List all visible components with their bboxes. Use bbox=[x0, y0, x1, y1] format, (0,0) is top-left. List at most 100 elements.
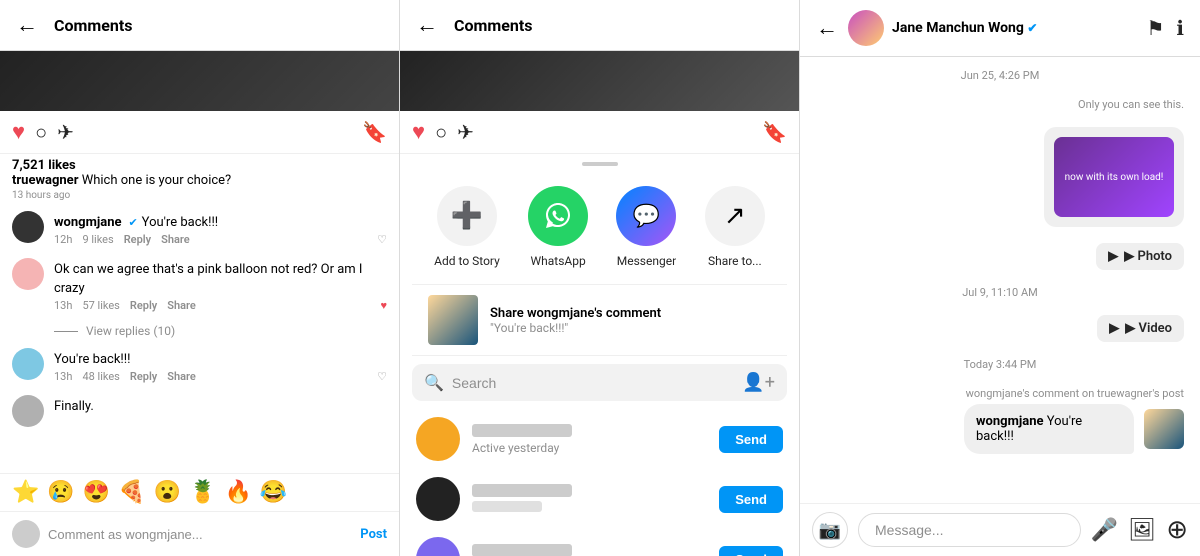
image-button[interactable]: 🖼 bbox=[1128, 518, 1156, 543]
post-meta: 7,521 likes truewagner Which one is your… bbox=[0, 154, 399, 203]
comment-heart-icon[interactable]: ♥ bbox=[380, 299, 387, 312]
recipient-sub: Active yesterday bbox=[472, 441, 719, 455]
left-back-button[interactable]: ← bbox=[16, 12, 38, 38]
reply-button[interactable]: Reply bbox=[130, 299, 157, 312]
comment-heart-icon[interactable]: ♡ bbox=[377, 370, 387, 383]
emoji-cry[interactable]: 😢 bbox=[47, 480, 74, 505]
avatar bbox=[12, 348, 44, 380]
search-input[interactable] bbox=[452, 375, 742, 391]
recipient-info bbox=[472, 484, 719, 515]
timestamp-3: Today 3:44 PM bbox=[816, 358, 1184, 371]
recipient-name bbox=[472, 544, 719, 556]
right-back-button[interactable]: ← bbox=[816, 15, 838, 41]
view-replies-button[interactable]: View replies (10) bbox=[54, 324, 387, 338]
video-play-button[interactable]: ▶ ▶ Video bbox=[1097, 315, 1184, 342]
reply-button[interactable]: Reply bbox=[130, 370, 157, 383]
post-image-strip bbox=[0, 51, 399, 111]
comment-body: You're back!!! 13h 48 likes Reply Share … bbox=[54, 348, 387, 383]
only-you-notice: Only you can see this. bbox=[816, 98, 1184, 111]
timestamp-1: Jun 25, 4:26 PM bbox=[816, 69, 1184, 82]
message-input[interactable] bbox=[858, 513, 1081, 547]
recipient-name bbox=[472, 484, 719, 501]
whatsapp-label: WhatsApp bbox=[531, 254, 586, 268]
emoji-surprised[interactable]: 😮 bbox=[154, 480, 181, 505]
avatar bbox=[12, 211, 44, 243]
add-story-label: Add to Story bbox=[434, 254, 500, 268]
mic-button[interactable]: 🎤 bbox=[1091, 518, 1118, 543]
left-header: ← Comments bbox=[0, 0, 399, 51]
heart-icon[interactable]: ♥ bbox=[12, 119, 25, 145]
emoji-fire[interactable]: 🔥 bbox=[224, 480, 251, 505]
comment-meta: 13h 57 likes Reply Share ♥ bbox=[54, 299, 387, 312]
post-button[interactable]: Post bbox=[360, 527, 387, 542]
right-header: ← Jane Manchun Wong ✔ ⚑ ℹ bbox=[800, 0, 1200, 57]
header-actions: ⚑ ℹ bbox=[1146, 16, 1184, 40]
share-button[interactable]: Share bbox=[161, 233, 190, 246]
recipient-name bbox=[472, 424, 719, 441]
comment-body: Finally. bbox=[54, 395, 387, 414]
share-icons-row: ➕ Add to Story WhatsApp 💬 Messenger ↗ Sh… bbox=[400, 170, 799, 284]
messenger-icon: 💬 bbox=[616, 186, 676, 246]
share-button[interactable]: Share bbox=[167, 299, 196, 312]
whatsapp-icon bbox=[528, 186, 588, 246]
comment-input[interactable] bbox=[48, 527, 360, 542]
comment-item: Ok can we agree that's a pink balloon no… bbox=[12, 258, 387, 312]
avatar bbox=[12, 258, 44, 290]
comments-list: wongmjane ✔ You're back!!! 12h 9 likes R… bbox=[0, 203, 399, 473]
comment-icon[interactable]: ○ bbox=[35, 120, 47, 145]
story-thumbnail: now with its own load! bbox=[1054, 137, 1174, 217]
comment-icon[interactable]: ○ bbox=[435, 120, 447, 145]
photo-play-button[interactable]: ▶ ▶ Photo bbox=[1096, 243, 1184, 270]
heart-icon[interactable]: ♥ bbox=[412, 119, 425, 145]
flag-icon[interactable]: ⚑ bbox=[1146, 16, 1164, 40]
preview-subtitle: "You're back!!!" bbox=[490, 321, 661, 335]
comment-time: 12h bbox=[54, 233, 72, 246]
share-whatsapp[interactable]: WhatsApp bbox=[528, 186, 588, 268]
avatar bbox=[416, 417, 460, 461]
reply-button[interactable]: Reply bbox=[124, 233, 151, 246]
dm-user-avatar bbox=[848, 10, 884, 46]
search-bar: 🔍 👤+ bbox=[412, 364, 787, 401]
comment-text: Ok can we agree that's a pink balloon no… bbox=[54, 262, 362, 296]
recipient-info: Active yesterday bbox=[472, 424, 719, 455]
sheet-drag-pill bbox=[582, 162, 618, 166]
middle-post-strip bbox=[400, 51, 799, 111]
list-item: Active yesterday Send bbox=[400, 409, 799, 469]
emoji-pineapple[interactable]: 🍍 bbox=[189, 480, 216, 505]
send-icon[interactable]: ✈ bbox=[457, 120, 474, 144]
send-button[interactable]: Send bbox=[719, 486, 783, 513]
timestamp-2: Jul 9, 11:10 AM bbox=[816, 286, 1184, 299]
comment-item: You're back!!! 13h 48 likes Reply Share … bbox=[12, 348, 387, 383]
comment-heart-icon[interactable]: ♡ bbox=[377, 233, 387, 246]
send-button[interactable]: Send bbox=[719, 546, 783, 556]
emoji-star[interactable]: ⭐ bbox=[12, 480, 39, 505]
send-button[interactable]: Send bbox=[719, 426, 783, 453]
add-button[interactable]: ⊕ bbox=[1166, 515, 1188, 545]
contacts-icon[interactable]: 👤+ bbox=[742, 372, 775, 393]
dm-thread: Jun 25, 4:26 PM Only you can see this. n… bbox=[800, 57, 1200, 503]
bookmark-icon[interactable]: 🔖 bbox=[362, 120, 387, 144]
dm-thread-panel: ← Jane Manchun Wong ✔ ⚑ ℹ Jun 25, 4:26 P… bbox=[800, 0, 1200, 556]
emoji-pizza[interactable]: 🍕 bbox=[118, 480, 145, 505]
info-icon[interactable]: ℹ bbox=[1176, 16, 1184, 40]
recipient-sub bbox=[472, 501, 719, 515]
input-avatar bbox=[12, 520, 40, 548]
avatar bbox=[416, 477, 460, 521]
share-button[interactable]: Share bbox=[167, 370, 196, 383]
emoji-love[interactable]: 😍 bbox=[83, 480, 110, 505]
messenger-label: Messenger bbox=[617, 254, 676, 268]
share-more[interactable]: ↗ Share to... bbox=[705, 186, 765, 268]
share-sheet-panel: ← Comments ♥ ○ ✈ 🔖 ➕ Add to Story WhatsA… bbox=[400, 0, 800, 556]
share-add-story[interactable]: ➕ Add to Story bbox=[434, 186, 500, 268]
share-messenger[interactable]: 💬 Messenger bbox=[616, 186, 676, 268]
camera-button[interactable]: 📷 bbox=[812, 512, 848, 548]
comment-item: Finally. bbox=[12, 395, 387, 427]
add-story-icon: ➕ bbox=[437, 186, 497, 246]
middle-back-button[interactable]: ← bbox=[416, 12, 438, 38]
comment-time: 13h bbox=[54, 370, 72, 383]
comment-meta: 12h 9 likes Reply Share ♡ bbox=[54, 233, 387, 246]
send-icon[interactable]: ✈ bbox=[57, 120, 74, 144]
bookmark-icon[interactable]: 🔖 bbox=[762, 120, 787, 144]
list-item: Send bbox=[400, 529, 799, 556]
emoji-laugh[interactable]: 😂 bbox=[260, 480, 287, 505]
